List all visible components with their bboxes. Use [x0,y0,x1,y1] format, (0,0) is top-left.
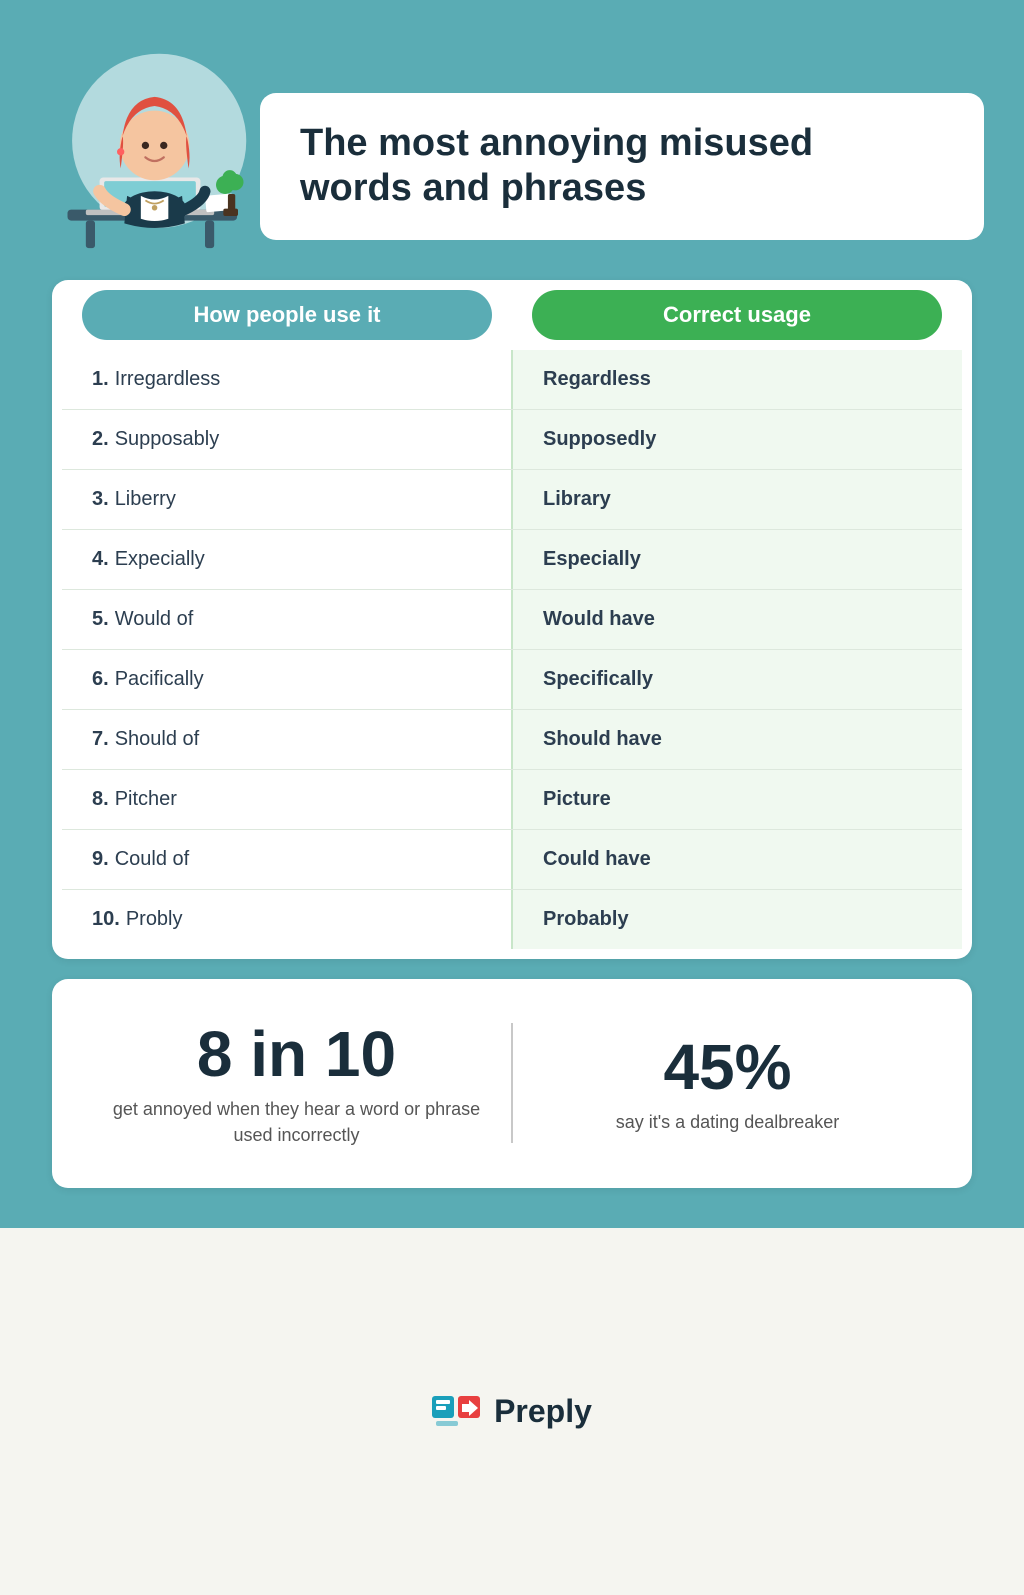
table-row: 5. Would of Would have [62,589,962,649]
row-number-7: 8. [92,788,109,811]
wrong-word-6: Should of [115,728,200,751]
correct-word-0: Regardless [543,368,651,391]
correct-word-6: Should have [543,728,662,751]
wrong-word-3: Expecially [115,548,205,571]
cell-wrong-5: 6. Pacifically [62,650,513,709]
table-headers: How people use it Correct usage [52,280,972,350]
correct-word-2: Library [543,488,611,511]
stat-block-1: 8 in 10 get annoyed when they hear a wor… [82,1019,511,1148]
col-wrong-header: How people use it [62,280,512,350]
stat2-desc: say it's a dating dealbreaker [543,1110,912,1135]
stat1-desc: get annoyed when they hear a word or phr… [112,1097,481,1147]
wrong-header-label: How people use it [193,302,380,327]
table-row: 4. Expecially Especially [62,529,962,589]
cell-correct-9: Probably [513,890,962,949]
correct-word-7: Picture [543,788,611,811]
table-row: 9. Could of Could have [62,829,962,889]
correct-word-1: Supposedly [543,428,656,451]
cell-wrong-9: 10. Probly [62,890,513,949]
cell-correct-3: Especially [513,530,962,589]
cell-correct-2: Library [513,470,962,529]
cell-wrong-4: 5. Would of [62,590,513,649]
wrong-header-badge: How people use it [82,290,492,340]
row-number-5: 6. [92,668,109,691]
cell-wrong-7: 8. Pitcher [62,770,513,829]
correct-header-label: Correct usage [663,302,811,327]
row-number-9: 10. [92,908,120,931]
table-row: 6. Pacifically Specifically [62,649,962,709]
cell-correct-0: Regardless [513,350,962,409]
correct-word-8: Could have [543,848,651,871]
logo-text: Preply [494,1393,592,1430]
stat1-number: 8 in 10 [112,1019,481,1089]
table-body: 1. Irregardless Regardless 2. Supposably… [52,350,972,959]
preply-logo-icon [432,1386,482,1436]
correct-word-4: Would have [543,608,655,631]
correct-header-badge: Correct usage [532,290,942,340]
table-row: 8. Pitcher Picture [62,769,962,829]
correct-word-5: Specifically [543,668,653,691]
wrong-word-2: Liberry [115,488,176,511]
correct-word-9: Probably [543,908,629,931]
table-row: 2. Supposably Supposedly [62,409,962,469]
row-number-2: 3. [92,488,109,511]
row-number-4: 5. [92,608,109,631]
cell-wrong-2: 3. Liberry [62,470,513,529]
cell-correct-7: Picture [513,770,962,829]
row-number-1: 2. [92,428,109,451]
header-section: The most annoying misused words and phra… [0,0,1024,260]
stat-block-2: 45% say it's a dating dealbreaker [513,1032,942,1136]
cell-correct-8: Could have [513,830,962,889]
cell-wrong-1: 2. Supposably [62,410,513,469]
logo-area: Preply [432,1386,592,1436]
row-number-3: 4. [92,548,109,571]
wrong-word-5: Pacifically [115,668,204,691]
cell-wrong-3: 4. Expecially [62,530,513,589]
title-box: The most annoying misused words and phra… [260,93,984,240]
correct-word-3: Especially [543,548,641,571]
main-title: The most annoying misused words and phra… [300,121,944,212]
table-row: 10. Probly Probably [62,889,962,949]
stats-card: 8 in 10 get annoyed when they hear a wor… [52,979,972,1188]
wrong-word-4: Would of [115,608,194,631]
cell-wrong-8: 9. Could of [62,830,513,889]
cell-correct-1: Supposedly [513,410,962,469]
cell-correct-5: Specifically [513,650,962,709]
stat2-number: 45% [543,1032,912,1102]
wrong-word-9: Probly [126,908,183,931]
cell-correct-6: Should have [513,710,962,769]
cell-correct-4: Would have [513,590,962,649]
table-row: 7. Should of Should have [62,709,962,769]
main-content: How people use it Correct usage 1. Irreg… [52,280,972,1208]
table-card: How people use it Correct usage 1. Irreg… [52,280,972,959]
header-illustration [40,40,260,260]
row-number-8: 9. [92,848,109,871]
cell-wrong-0: 1. Irregardless [62,350,513,409]
wrong-word-0: Irregardless [115,368,221,391]
row-number-0: 1. [92,368,109,391]
cell-wrong-6: 7. Should of [62,710,513,769]
wrong-word-7: Pitcher [115,788,177,811]
col-correct-header: Correct usage [512,280,962,350]
wrong-word-1: Supposably [115,428,220,451]
footer-section: Preply [0,1228,1024,1595]
table-row: 1. Irregardless Regardless [62,350,962,409]
wrong-word-8: Could of [115,848,190,871]
row-number-6: 7. [92,728,109,751]
table-row: 3. Liberry Library [62,469,962,529]
